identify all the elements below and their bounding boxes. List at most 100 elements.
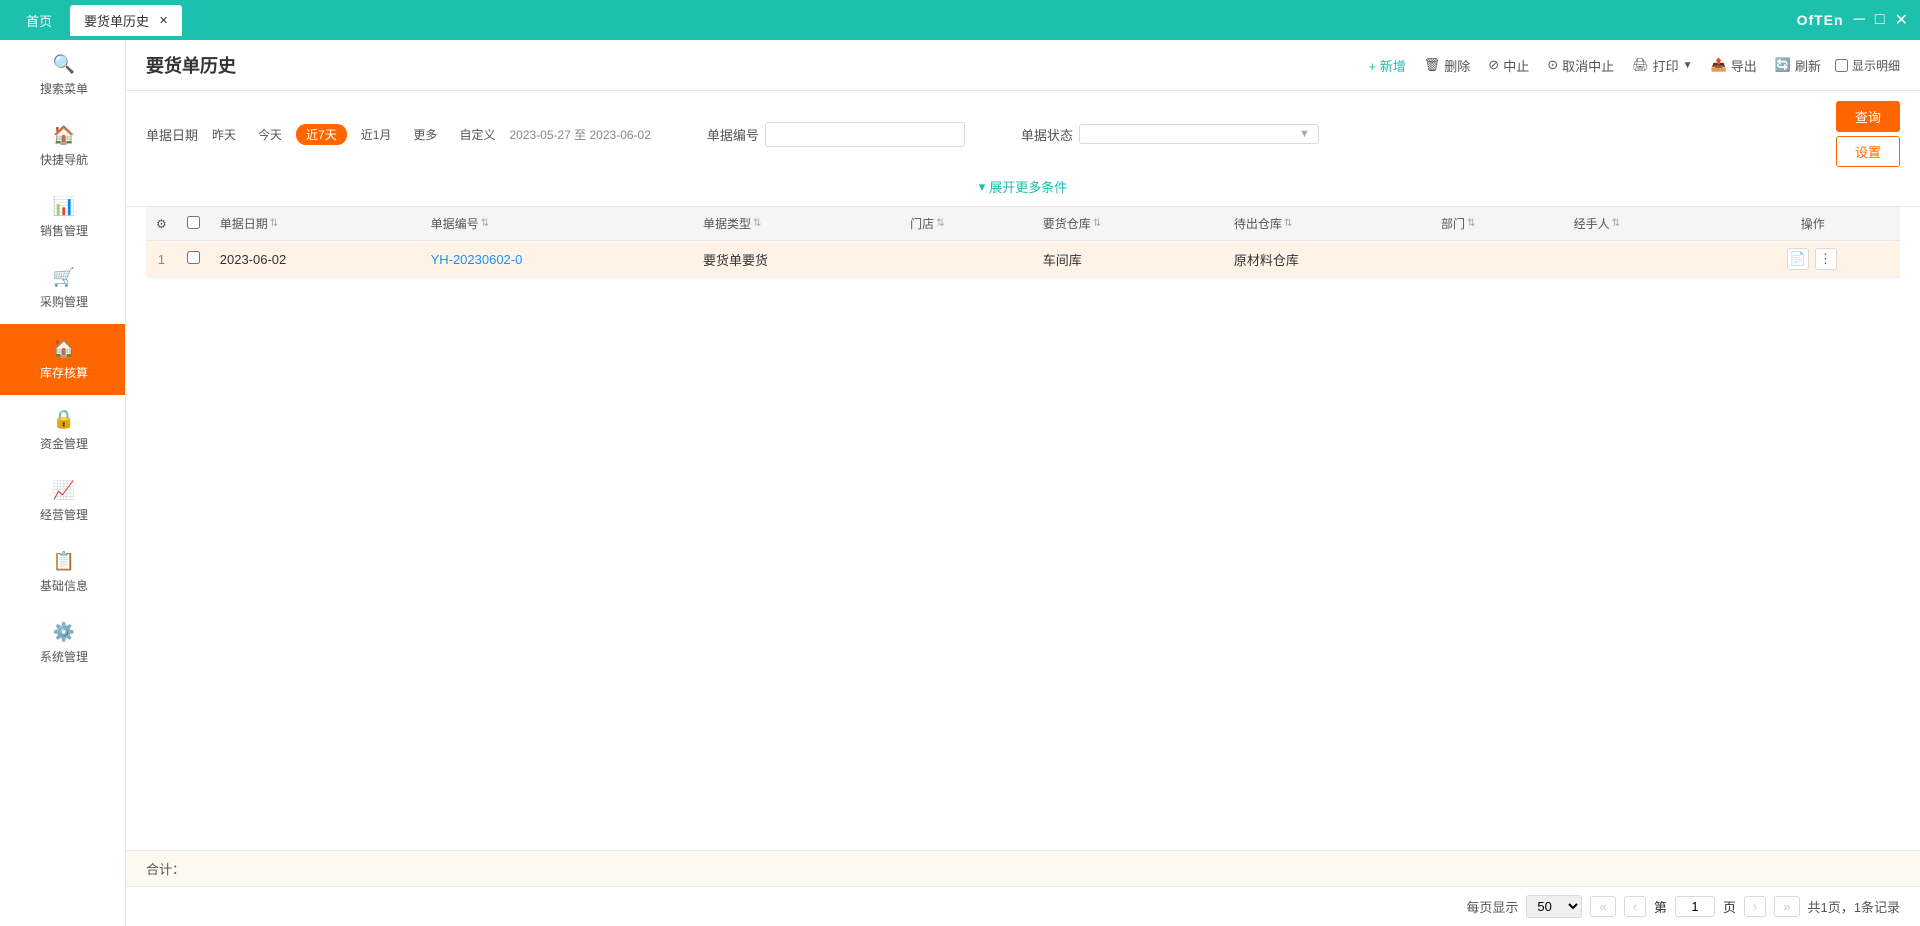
new-btn[interactable]: + 新增	[1365, 54, 1410, 77]
doc-no-input[interactable]	[765, 122, 965, 147]
window-controls: OfTEn ─ □ ✕	[1797, 10, 1908, 30]
first-page-btn[interactable]: «	[1590, 896, 1615, 917]
date-btn-custom[interactable]: 自定义	[451, 124, 503, 145]
table-area: ⚙ 单据日期 ⇅ 单据编号	[126, 207, 1920, 850]
date-range-display: 2023-05-27 至 2023-06-02	[509, 126, 650, 143]
row-op-cell: 📄 ⋮	[1725, 241, 1900, 278]
setting-btn[interactable]: 设置	[1836, 136, 1900, 167]
th-req-warehouse[interactable]: 要货仓库 ⇅	[1033, 207, 1224, 241]
cancel-stop-label: 取消中止	[1562, 56, 1614, 75]
sidebar-item-basic[interactable]: 📋 基础信息	[0, 537, 125, 608]
cancel-stop-btn[interactable]: ⊙ 取消中止	[1543, 54, 1618, 77]
date-btn-yesterday[interactable]: 昨天	[204, 124, 244, 145]
status-select-arrow: ▼	[1299, 128, 1310, 140]
th-store[interactable]: 门店 ⇅	[900, 207, 1033, 241]
sidebar-item-search[interactable]: 🔍 搜索菜单	[0, 40, 125, 111]
close-btn[interactable]: ✕	[1895, 10, 1908, 30]
sidebar-item-quick-nav-label: 快捷导航	[40, 151, 88, 168]
sidebar-item-purchase[interactable]: 🛒 采购管理	[0, 253, 125, 324]
th-pending-warehouse[interactable]: 待出仓库 ⇅	[1224, 207, 1431, 241]
refresh-btn[interactable]: 🔄 刷新	[1771, 54, 1825, 77]
sort-handler-icon: ⇅	[1612, 218, 1620, 229]
tab-home[interactable]: 首页	[12, 5, 66, 36]
prev-page-btn[interactable]: ‹	[1624, 896, 1646, 917]
query-btn[interactable]: 查询	[1836, 101, 1900, 132]
display-detail-checkbox[interactable]	[1835, 59, 1848, 72]
print-label: 打印	[1653, 56, 1679, 75]
th-doc-type-label: 单据类型	[703, 215, 751, 232]
date-btn-more[interactable]: 更多	[405, 124, 445, 145]
maximize-btn[interactable]: □	[1875, 11, 1885, 29]
tab-home-label: 首页	[26, 11, 52, 30]
data-table: ⚙ 单据日期 ⇅ 单据编号	[146, 207, 1900, 278]
row-checkbox[interactable]	[187, 251, 200, 264]
sum-label: 合计：	[146, 859, 185, 878]
row-pending-warehouse: 原材料仓库	[1224, 241, 1431, 278]
expand-more-chevron: ▾	[979, 179, 986, 195]
row-op-view-btn[interactable]: 📄	[1787, 248, 1809, 270]
display-detail-toggle[interactable]: 显示明细	[1835, 57, 1900, 74]
th-doc-no-label: 单据编号	[431, 215, 479, 232]
sort-doc-type-icon: ⇅	[753, 218, 761, 229]
date-btn-1month[interactable]: 近1月	[353, 124, 400, 145]
minimize-btn[interactable]: ─	[1854, 11, 1865, 29]
delete-btn[interactable]: 🗑 删除	[1420, 54, 1475, 77]
th-doc-date[interactable]: 单据日期 ⇅	[210, 207, 421, 241]
th-settings[interactable]: ⚙	[146, 207, 177, 241]
sidebar-item-inventory-label: 库存核算	[40, 364, 88, 381]
sidebar-item-purchase-label: 采购管理	[40, 293, 88, 310]
expand-more-row: ▾ 展开更多条件	[146, 171, 1900, 196]
table-settings-icon: ⚙	[156, 217, 167, 231]
chart-icon: 📊	[53, 196, 75, 217]
tab-history[interactable]: 要货单历史 ✕	[70, 5, 182, 36]
refresh-icon: 🔄	[1775, 57, 1791, 73]
th-dept[interactable]: 部门 ⇅	[1431, 207, 1564, 241]
basic-icon: 📋	[53, 551, 75, 572]
export-icon: 📤	[1711, 57, 1727, 73]
sidebar-item-operation[interactable]: 📈 经营管理	[0, 466, 125, 537]
sidebar: 🔍 搜索菜单 🏠 快捷导航 📊 销售管理 🛒 采购管理 🏠 库存核算 🔒 资金管…	[0, 40, 126, 926]
select-all-checkbox[interactable]	[187, 216, 200, 229]
sidebar-item-system-label: 系统管理	[40, 648, 88, 665]
page-input[interactable]	[1675, 896, 1715, 917]
last-page-btn[interactable]: »	[1774, 896, 1799, 917]
export-label: 导出	[1731, 56, 1757, 75]
lock-icon: 🔒	[53, 409, 75, 430]
page-actions: + 新增 🗑 删除 ⊘ 中止 ⊙ 取消中止 🖨 打印 ▼	[1365, 54, 1900, 77]
page-size-select[interactable]: 20 50 100	[1526, 895, 1582, 918]
status-label: 单据状态	[1021, 125, 1073, 144]
th-pending-warehouse-label: 待出仓库	[1234, 215, 1282, 232]
sidebar-item-finance[interactable]: 🔒 资金管理	[0, 395, 125, 466]
next-page-btn[interactable]: ›	[1744, 896, 1766, 917]
sidebar-item-system[interactable]: ⚙️ 系统管理	[0, 608, 125, 679]
status-select[interactable]: ▼	[1079, 124, 1319, 144]
page-header: 要货单历史 + 新增 🗑 删除 ⊘ 中止 ⊙ 取消中止 🖨 打印	[126, 40, 1920, 91]
tab-close-icon[interactable]: ✕	[159, 14, 168, 27]
sort-doc-no-icon: ⇅	[481, 218, 489, 229]
date-btn-7days[interactable]: 近7天	[296, 124, 347, 145]
sidebar-item-inventory[interactable]: 🏠 库存核算	[0, 324, 125, 395]
sort-dept-icon: ⇅	[1467, 218, 1475, 229]
row-op-more-btn[interactable]: ⋮	[1815, 248, 1837, 270]
th-doc-no[interactable]: 单据编号 ⇅	[421, 207, 693, 241]
stop-btn[interactable]: ⊘ 中止	[1484, 54, 1533, 77]
th-dept-label: 部门	[1441, 215, 1465, 232]
row-store	[900, 241, 1033, 278]
row-doc-no[interactable]: YH-20230602-0	[421, 241, 693, 278]
th-handler[interactable]: 经手人 ⇅	[1564, 207, 1726, 241]
date-btn-today[interactable]: 今天	[250, 124, 290, 145]
expand-more-btn[interactable]: ▾ 展开更多条件	[979, 177, 1068, 196]
sidebar-item-operation-label: 经营管理	[40, 506, 88, 523]
page-title: 要货单历史	[146, 52, 236, 78]
th-op-label: 操作	[1801, 217, 1825, 231]
print-btn[interactable]: 🖨 打印 ▼	[1628, 54, 1696, 77]
page-suffix: 页	[1723, 897, 1736, 916]
sidebar-item-search-label: 搜索菜单	[40, 80, 88, 97]
sidebar-item-quick-nav[interactable]: 🏠 快捷导航	[0, 111, 125, 182]
th-doc-type[interactable]: 单据类型 ⇅	[693, 207, 900, 241]
export-btn[interactable]: 📤 导出	[1707, 54, 1761, 77]
page-size-label: 每页显示	[1466, 897, 1518, 916]
doc-no-link[interactable]: YH-20230602-0	[431, 252, 523, 267]
main-content: 要货单历史 + 新增 🗑 删除 ⊘ 中止 ⊙ 取消中止 🖨 打印	[126, 40, 1920, 926]
sidebar-item-sales[interactable]: 📊 销售管理	[0, 182, 125, 253]
